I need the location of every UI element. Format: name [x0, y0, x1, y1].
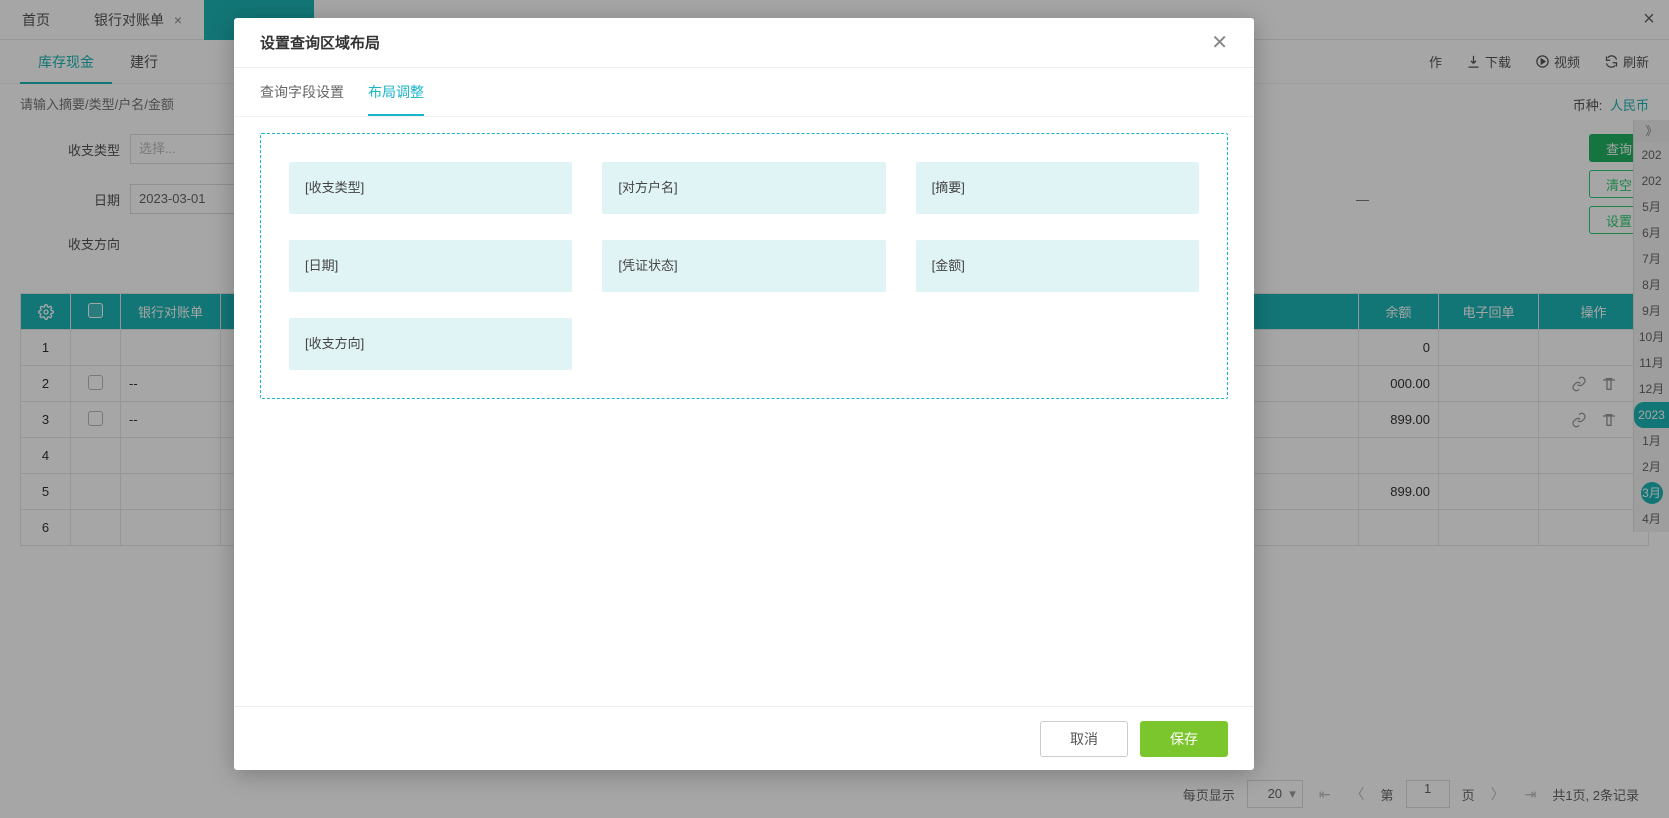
layout-field-chip[interactable]: [对方户名] [602, 162, 885, 214]
modal-header: 设置查询区域布局 ✕ [234, 18, 1254, 68]
layout-canvas: [收支类型] [对方户名] [摘要] [日期] [凭证状态] [金额] [收支方向] [260, 133, 1228, 399]
cancel-button[interactable]: 取消 [1040, 721, 1128, 757]
layout-field-chip[interactable]: [凭证状态] [602, 240, 885, 292]
modal-tabs: 查询字段设置 布局调整 [234, 68, 1254, 117]
modal-footer: 取消 保存 [234, 706, 1254, 770]
save-button[interactable]: 保存 [1140, 721, 1228, 757]
modal-body: [收支类型] [对方户名] [摘要] [日期] [凭证状态] [金额] [收支方向] [234, 117, 1254, 706]
modal-title: 设置查询区域布局 [260, 32, 380, 53]
layout-field-chip[interactable]: [收支类型] [289, 162, 572, 214]
modal-tab-layout[interactable]: 布局调整 [368, 82, 424, 116]
layout-field-chip[interactable]: [摘要] [916, 162, 1199, 214]
layout-field-chip[interactable]: [金额] [916, 240, 1199, 292]
layout-field-chip[interactable]: [收支方向] [289, 318, 572, 370]
modal-close-icon[interactable]: ✕ [1211, 30, 1228, 55]
layout-settings-modal: 设置查询区域布局 ✕ 查询字段设置 布局调整 [收支类型][对方户名][摘要][… [234, 18, 1254, 770]
layout-field-chip[interactable]: [日期] [289, 240, 572, 292]
modal-tab-fields[interactable]: 查询字段设置 [260, 82, 344, 116]
